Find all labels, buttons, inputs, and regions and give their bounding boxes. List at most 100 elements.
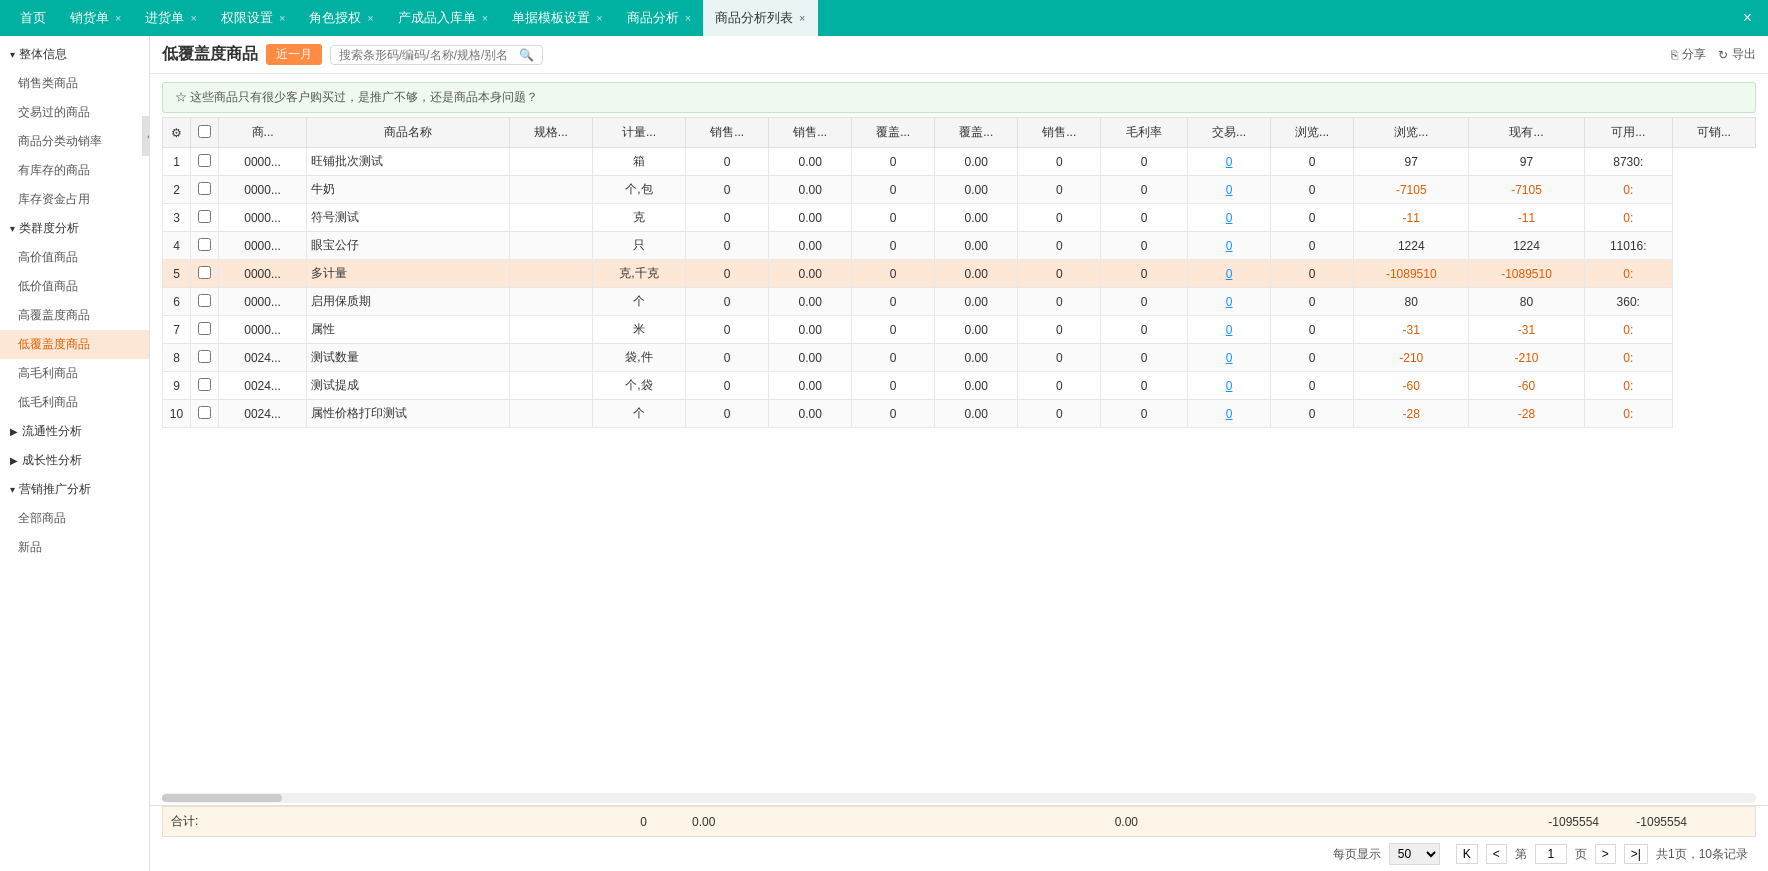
window-close-button[interactable]: ×: [1735, 9, 1760, 27]
row-select-checkbox[interactable]: [198, 238, 211, 251]
export-button[interactable]: ↻ 导出: [1718, 46, 1756, 63]
nav-role[interactable]: 角色授权 ×: [297, 0, 385, 36]
col-coverage1[interactable]: 覆盖...: [852, 118, 935, 148]
row-checkbox[interactable]: [191, 372, 219, 400]
row-select-checkbox[interactable]: [198, 322, 211, 335]
nav-close-role[interactable]: ×: [367, 12, 373, 24]
horizontal-scrollbar[interactable]: [162, 793, 1756, 803]
row-checkbox[interactable]: [191, 344, 219, 372]
col-current-stock[interactable]: 现有...: [1469, 118, 1584, 148]
sidebar-item-low-profit[interactable]: 低毛利商品: [0, 388, 149, 417]
row-link[interactable]: 0: [1188, 372, 1271, 400]
row-select-checkbox[interactable]: [198, 350, 211, 363]
row-link[interactable]: 0: [1188, 176, 1271, 204]
nav-close-goods-analysis[interactable]: ×: [685, 12, 691, 24]
row-name[interactable]: 眼宝公仔: [307, 232, 510, 260]
row-link[interactable]: 0: [1188, 148, 1271, 176]
nav-close-permission[interactable]: ×: [279, 12, 285, 24]
row-select-checkbox[interactable]: [198, 378, 211, 391]
sidebar-item-in-stock[interactable]: 有库存的商品: [0, 156, 149, 185]
row-name[interactable]: 牛奶: [307, 176, 510, 204]
sidebar-item-all-goods[interactable]: 全部商品: [0, 504, 149, 533]
sidebar-group-growth[interactable]: ▶ 成长性分析: [0, 446, 149, 475]
nav-close-product-entry[interactable]: ×: [482, 12, 488, 24]
row-select-checkbox[interactable]: [198, 210, 211, 223]
nav-close-purchase[interactable]: ×: [190, 12, 196, 24]
nav-sales[interactable]: 销货单 ×: [58, 0, 133, 36]
page-number-input[interactable]: [1535, 844, 1567, 864]
row-name[interactable]: 启用保质期: [307, 288, 510, 316]
time-filter-button[interactable]: 近一月: [266, 44, 322, 65]
page-next-button[interactable]: >: [1595, 844, 1616, 864]
nav-home[interactable]: 首页: [8, 0, 58, 36]
row-link[interactable]: 0: [1188, 344, 1271, 372]
row-checkbox[interactable]: [191, 148, 219, 176]
row-name[interactable]: 属性价格打印测试: [307, 400, 510, 428]
col-settings[interactable]: ⚙: [163, 118, 191, 148]
col-sales3[interactable]: 销售...: [1018, 118, 1101, 148]
nav-goods-analysis[interactable]: 商品分析 ×: [615, 0, 703, 36]
row-name[interactable]: 符号测试: [307, 204, 510, 232]
nav-close-sales[interactable]: ×: [115, 12, 121, 24]
row-link[interactable]: 0: [1188, 316, 1271, 344]
col-profit-rate[interactable]: 毛利率: [1101, 118, 1188, 148]
col-transaction[interactable]: 交易...: [1188, 118, 1271, 148]
row-link[interactable]: 0: [1188, 400, 1271, 428]
col-sales1[interactable]: 销售...: [686, 118, 769, 148]
sidebar-group-marketing[interactable]: ▾ 营销推广分析: [0, 475, 149, 504]
page-first-button[interactable]: K: [1456, 844, 1478, 864]
row-checkbox[interactable]: [191, 232, 219, 260]
col-sellable[interactable]: 可销...: [1672, 118, 1755, 148]
sidebar-item-category-rate[interactable]: 商品分类动销率: [0, 127, 149, 156]
row-checkbox[interactable]: [191, 204, 219, 232]
row-name[interactable]: 测试数量: [307, 344, 510, 372]
row-name[interactable]: 测试提成: [307, 372, 510, 400]
sidebar-group-overall[interactable]: ▾ 整体信息: [0, 40, 149, 69]
row-select-checkbox[interactable]: [198, 294, 211, 307]
sidebar-item-traded-goods[interactable]: 交易过的商品: [0, 98, 149, 127]
col-code[interactable]: 商...: [219, 118, 307, 148]
col-browse2[interactable]: 浏览...: [1354, 118, 1469, 148]
sidebar-collapse-button[interactable]: «: [142, 116, 150, 156]
row-link[interactable]: 0: [1188, 232, 1271, 260]
row-name[interactable]: 属性: [307, 316, 510, 344]
row-checkbox[interactable]: [191, 176, 219, 204]
col-coverage2[interactable]: 覆盖...: [935, 118, 1018, 148]
col-unit[interactable]: 计量...: [592, 118, 685, 148]
search-icon[interactable]: 🔍: [519, 48, 534, 62]
nav-goods-analysis-list[interactable]: 商品分析列表 ×: [703, 0, 817, 36]
sidebar-item-sales-goods[interactable]: 销售类商品: [0, 69, 149, 98]
col-available-stock[interactable]: 可用...: [1584, 118, 1672, 148]
col-spec[interactable]: 规格...: [509, 118, 592, 148]
col-sales2[interactable]: 销售...: [769, 118, 852, 148]
sidebar-group-cluster[interactable]: ▾ 类群度分析: [0, 214, 149, 243]
search-input[interactable]: [339, 48, 519, 62]
page-last-button[interactable]: >|: [1624, 844, 1648, 864]
row-link[interactable]: 0: [1188, 204, 1271, 232]
row-select-checkbox[interactable]: [198, 266, 211, 279]
page-size-select[interactable]: 50 100: [1389, 843, 1440, 865]
row-name[interactable]: 旺铺批次测试: [307, 148, 510, 176]
row-link[interactable]: 0: [1188, 288, 1271, 316]
share-button[interactable]: ⎘ 分享: [1671, 46, 1706, 63]
nav-template[interactable]: 单据模板设置 ×: [500, 0, 614, 36]
nav-permission[interactable]: 权限设置 ×: [209, 0, 297, 36]
row-checkbox[interactable]: [191, 260, 219, 288]
nav-product-entry[interactable]: 产成品入库单 ×: [386, 0, 500, 36]
sidebar-item-high-coverage[interactable]: 高覆盖度商品: [0, 301, 149, 330]
nav-close-template[interactable]: ×: [596, 12, 602, 24]
sidebar-item-low-value[interactable]: 低价值商品: [0, 272, 149, 301]
row-checkbox[interactable]: [191, 316, 219, 344]
sidebar-item-high-value[interactable]: 高价值商品: [0, 243, 149, 272]
row-checkbox[interactable]: [191, 400, 219, 428]
sidebar-item-high-profit[interactable]: 高毛利商品: [0, 359, 149, 388]
sidebar-item-new-goods[interactable]: 新品: [0, 533, 149, 562]
nav-close-goods-analysis-list[interactable]: ×: [799, 12, 805, 24]
sidebar-group-flow[interactable]: ▶ 流通性分析: [0, 417, 149, 446]
col-name[interactable]: 商品名称: [307, 118, 510, 148]
row-select-checkbox[interactable]: [198, 182, 211, 195]
col-browse1[interactable]: 浏览...: [1271, 118, 1354, 148]
select-all-checkbox[interactable]: [198, 125, 211, 138]
sidebar-item-low-coverage[interactable]: 低覆盖度商品: [0, 330, 149, 359]
page-prev-button[interactable]: <: [1486, 844, 1507, 864]
